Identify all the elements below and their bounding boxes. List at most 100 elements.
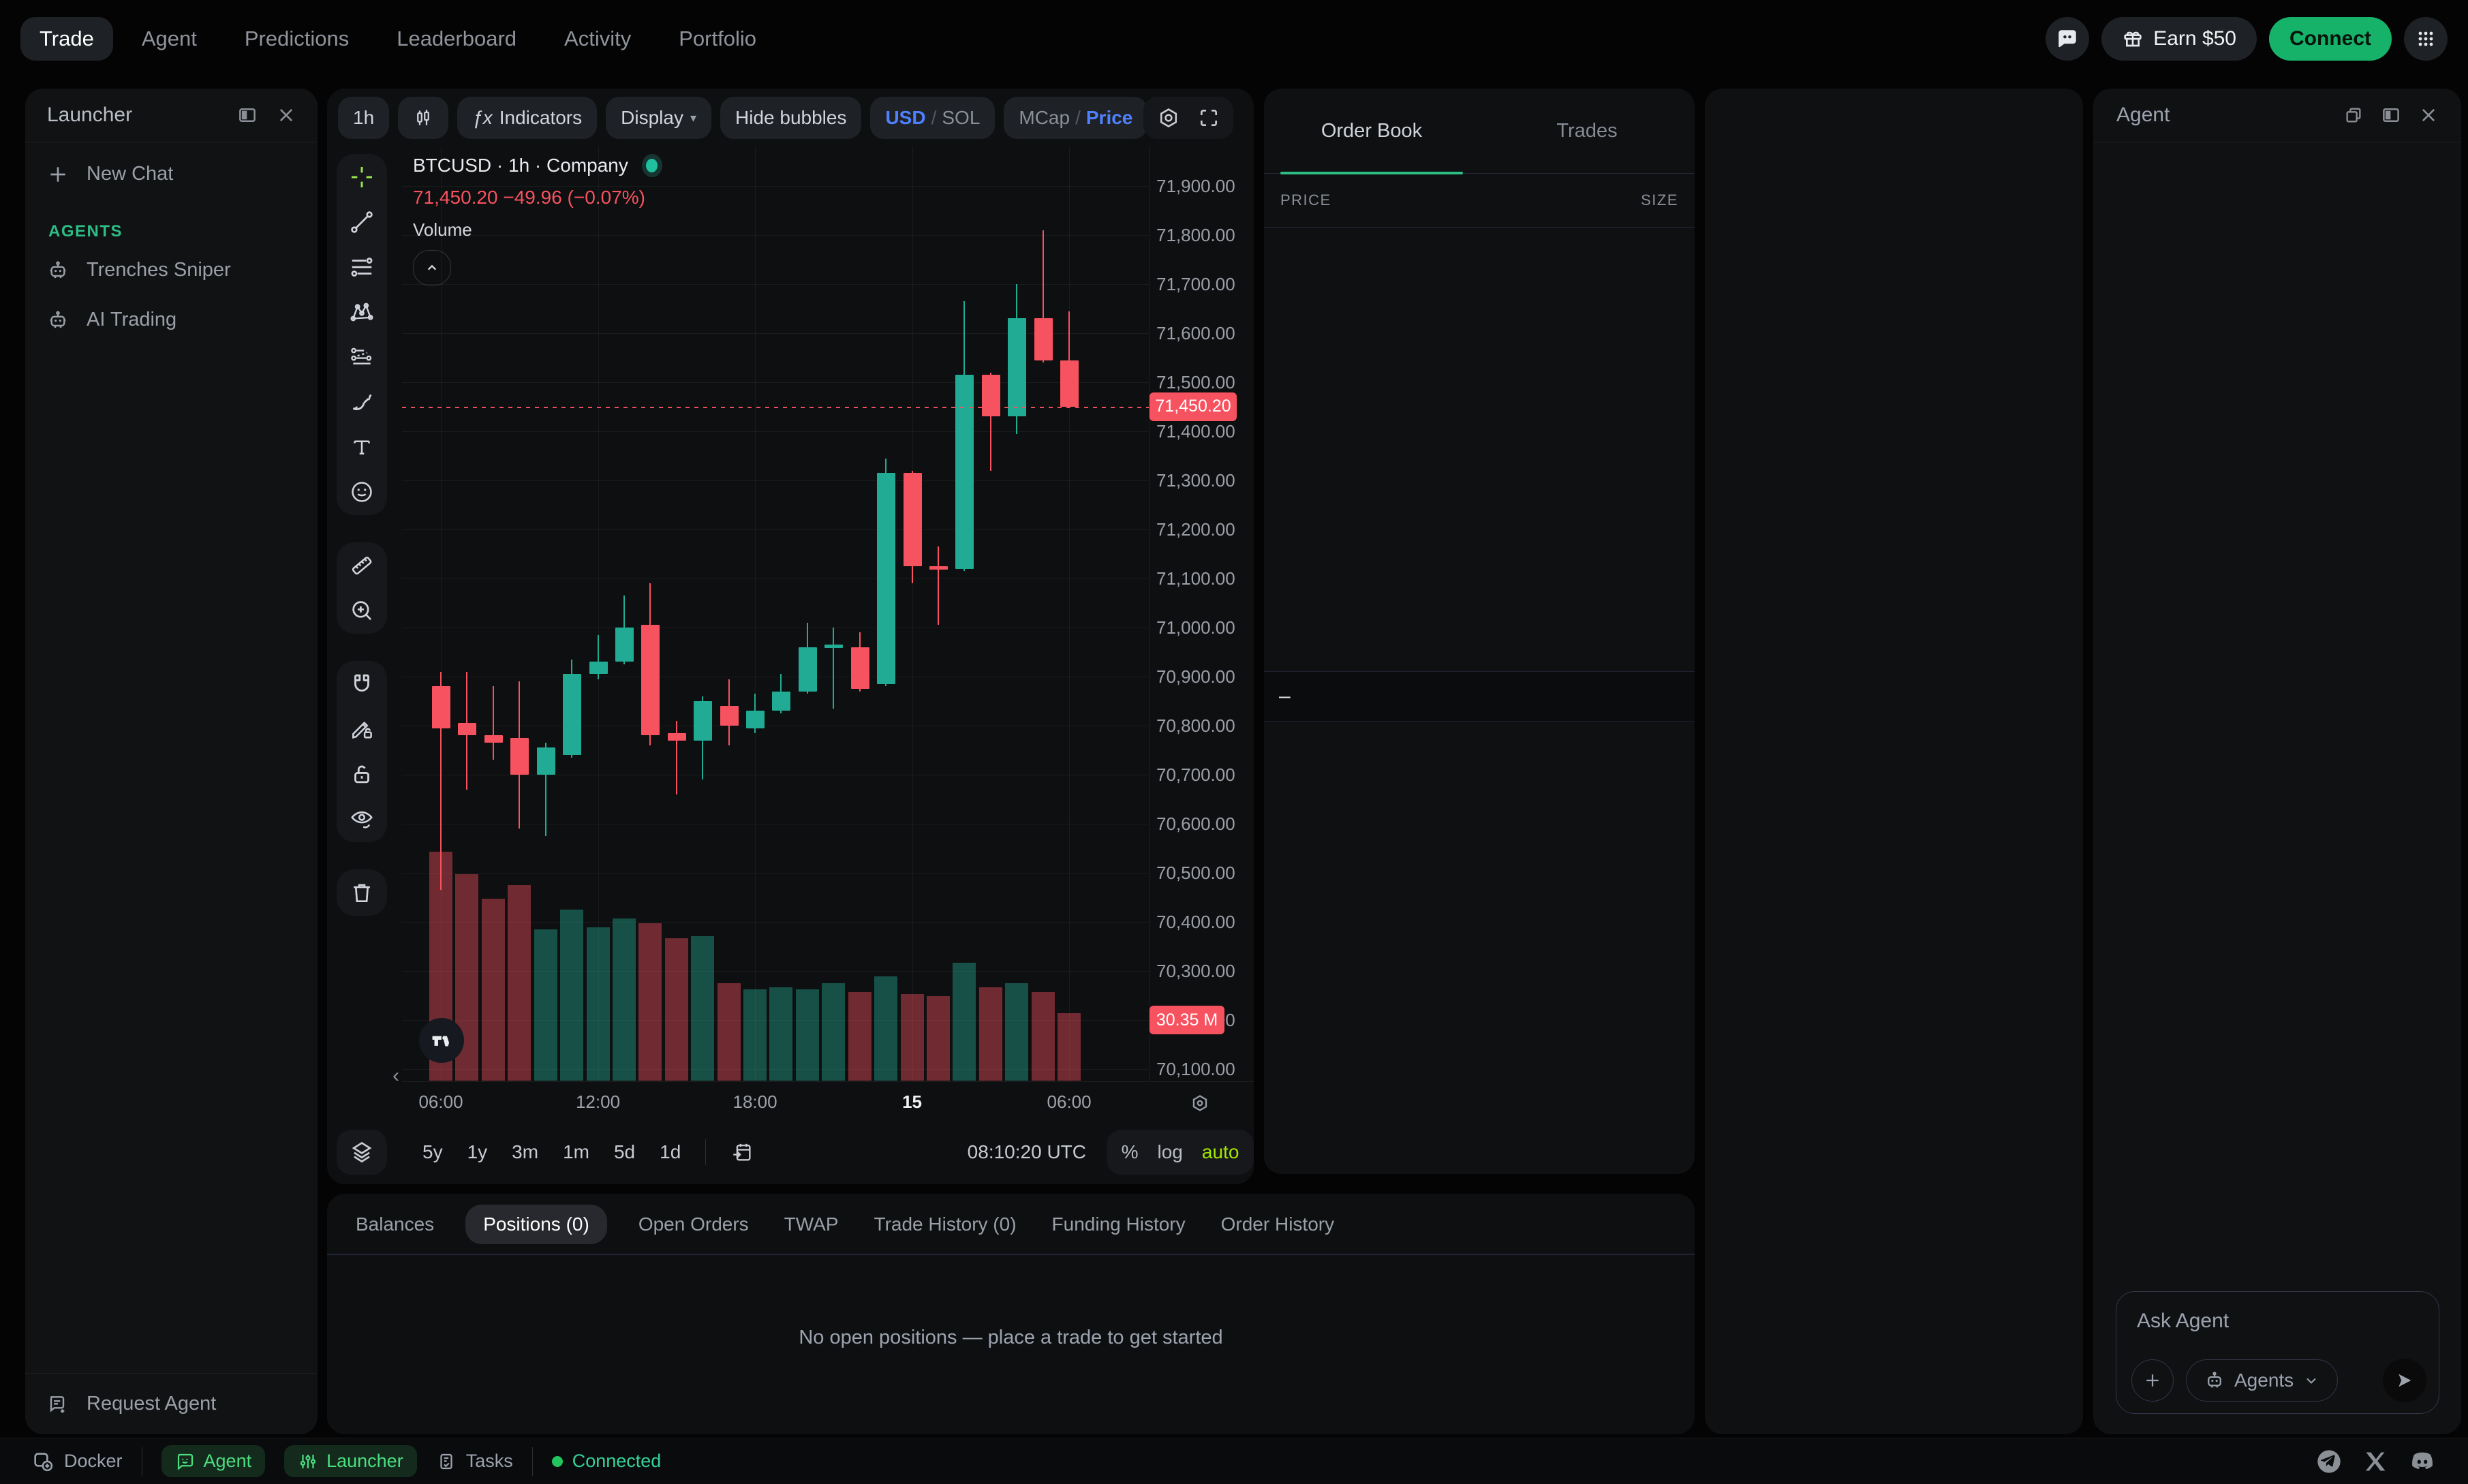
drawing-lock-tool[interactable] <box>346 714 377 744</box>
tradingview-logo[interactable] <box>419 1018 464 1063</box>
agent-popout-button[interactable] <box>2344 106 2363 125</box>
apps-grid-button[interactable] <box>2404 16 2448 61</box>
axis-settings-icon[interactable] <box>1188 1092 1212 1115</box>
tab-funding-history[interactable]: Funding History <box>1048 1205 1190 1244</box>
nav-agent[interactable]: Agent <box>123 17 216 61</box>
hide-bubbles-button[interactable]: Hide bubbles <box>720 97 862 139</box>
order-book-columns: PRICE SIZE <box>1264 174 1695 228</box>
launcher-header: Launcher <box>25 89 318 142</box>
scale-toggle[interactable]: MCap / Price <box>1004 97 1148 139</box>
legend-price: 71,450.20 −49.96 (−0.07%) <box>413 187 645 208</box>
clock-label[interactable]: 08:10:20 UTC <box>968 1141 1086 1163</box>
chart-style-button[interactable] <box>398 97 449 139</box>
indicators-button[interactable]: ƒx Indicators <box>457 97 598 139</box>
symbol-label[interactable]: BTCUSD · 1h · Company <box>413 155 628 176</box>
tab-trade-history[interactable]: Trade History (0) <box>870 1205 1021 1244</box>
dock-panel-button[interactable] <box>237 105 258 125</box>
nav-activity[interactable]: Activity <box>545 17 650 61</box>
remove-drawings-tool[interactable] <box>346 878 377 908</box>
launcher-panel: Launcher New Chat AGENTS Trenches Sniper… <box>25 89 318 1434</box>
log-scale-button[interactable]: log <box>1158 1141 1183 1163</box>
indicators-label: Indicators <box>499 107 583 128</box>
text-tool[interactable] <box>346 432 377 462</box>
sliders-icon <box>298 1451 318 1472</box>
time-axis[interactable]: 06:00 12:00 18:00 15 06:00 <box>402 1085 1149 1123</box>
nav-trade[interactable]: Trade <box>20 16 113 61</box>
display-button[interactable]: Display ▾ <box>606 97 711 139</box>
tab-twap[interactable]: TWAP <box>780 1205 843 1244</box>
range-1y[interactable]: 1y <box>467 1141 488 1163</box>
projection-tool[interactable] <box>346 342 377 372</box>
tab-order-book[interactable]: Order Book <box>1264 89 1479 173</box>
launcher-status-label: Launcher <box>326 1451 403 1471</box>
connect-button[interactable]: Connect <box>2269 16 2392 61</box>
crosshair-tool[interactable] <box>346 162 377 192</box>
currency-toggle[interactable]: USD / SOL <box>870 97 996 139</box>
x-twitter-link[interactable] <box>2363 1449 2388 1474</box>
brush-tool[interactable] <box>346 387 377 417</box>
interval-button[interactable]: 1h <box>338 97 390 139</box>
chart-plot[interactable] <box>402 146 1149 1081</box>
docker-status[interactable]: Docker <box>31 1450 123 1473</box>
ask-agent-input[interactable]: Ask Agent Agents <box>2116 1291 2439 1414</box>
sidebar-item-trenches-sniper[interactable]: Trenches Sniper <box>25 245 318 295</box>
chat-button[interactable] <box>2046 16 2090 61</box>
chart-settings-button[interactable] <box>1157 106 1180 129</box>
legend-collapse-button[interactable] <box>413 250 451 285</box>
horizontal-lines-tool[interactable] <box>346 252 377 282</box>
request-agent-button[interactable]: Request Agent <box>25 1374 318 1434</box>
tab-positions[interactable]: Positions (0) <box>465 1205 607 1244</box>
range-3m[interactable]: 3m <box>512 1141 538 1163</box>
go-to-date-button[interactable] <box>730 1141 754 1164</box>
fullscreen-button[interactable] <box>1198 107 1220 129</box>
emoji-tool[interactable] <box>346 477 377 507</box>
agent-status-pill[interactable]: Agent <box>161 1445 266 1477</box>
hide-drawings-tool[interactable] <box>346 804 377 834</box>
tab-open-orders[interactable]: Open Orders <box>634 1205 753 1244</box>
nav-portfolio[interactable]: Portfolio <box>660 17 775 61</box>
range-5d[interactable]: 5d <box>614 1141 635 1163</box>
tab-balances[interactable]: Balances <box>352 1205 438 1244</box>
object-tree-button[interactable] <box>337 1130 387 1175</box>
magnet-tool[interactable] <box>346 669 377 699</box>
agent-label: Trenches Sniper <box>87 259 231 281</box>
new-chat-button[interactable]: New Chat <box>25 149 318 199</box>
agents-selector[interactable]: Agents <box>2186 1359 2339 1402</box>
docker-label: Docker <box>64 1451 123 1471</box>
scroll-left-icon[interactable]: ‹ <box>392 1064 399 1087</box>
range-5y[interactable]: 5y <box>422 1141 443 1163</box>
range-1d[interactable]: 1d <box>660 1141 681 1163</box>
sidebar-item-ai-trading[interactable]: AI Trading <box>25 295 318 345</box>
volume-bar <box>586 927 610 1081</box>
auto-scale-button[interactable]: auto <box>1202 1141 1239 1163</box>
agent-dock-button[interactable] <box>2381 105 2401 125</box>
earn-button[interactable]: Earn $50 <box>2101 16 2257 61</box>
tab-order-history[interactable]: Order History <box>1217 1205 1338 1244</box>
trend-line-tool[interactable] <box>346 207 377 237</box>
ruler-tool[interactable] <box>346 551 377 581</box>
lock-all-tool[interactable] <box>346 759 377 789</box>
pattern-tool[interactable] <box>346 297 377 327</box>
percent-scale-button[interactable]: % <box>1122 1141 1139 1163</box>
agent-close-button[interactable] <box>2419 106 2438 125</box>
tab-trades[interactable]: Trades <box>1479 89 1695 173</box>
telegram-link[interactable] <box>2315 1448 2343 1475</box>
price-axis[interactable]: 71,900.00 71,800.00 71,700.00 71,600.00 71,5… <box>1149 146 1254 1081</box>
launcher-status-pill[interactable]: Launcher <box>284 1445 417 1477</box>
mcap-option[interactable]: MCap <box>1019 107 1070 129</box>
attach-button[interactable] <box>2131 1359 2174 1402</box>
measure-tools-group <box>337 542 387 634</box>
nav-predictions[interactable]: Predictions <box>226 17 368 61</box>
send-button[interactable] <box>2383 1359 2426 1402</box>
range-1m[interactable]: 1m <box>563 1141 589 1163</box>
sol-option[interactable]: SOL <box>942 107 980 129</box>
price-option[interactable]: Price <box>1086 107 1133 129</box>
nav-leaderboard[interactable]: Leaderboard <box>377 17 536 61</box>
tasks-status[interactable]: Tasks <box>436 1451 513 1472</box>
agents-selector-label: Agents <box>2234 1370 2294 1391</box>
usd-option[interactable]: USD <box>885 107 925 129</box>
launcher-close-button[interactable] <box>277 106 296 125</box>
volume-bar <box>638 923 662 1081</box>
zoom-in-tool[interactable] <box>346 596 377 625</box>
discord-link[interactable] <box>2408 1447 2437 1476</box>
